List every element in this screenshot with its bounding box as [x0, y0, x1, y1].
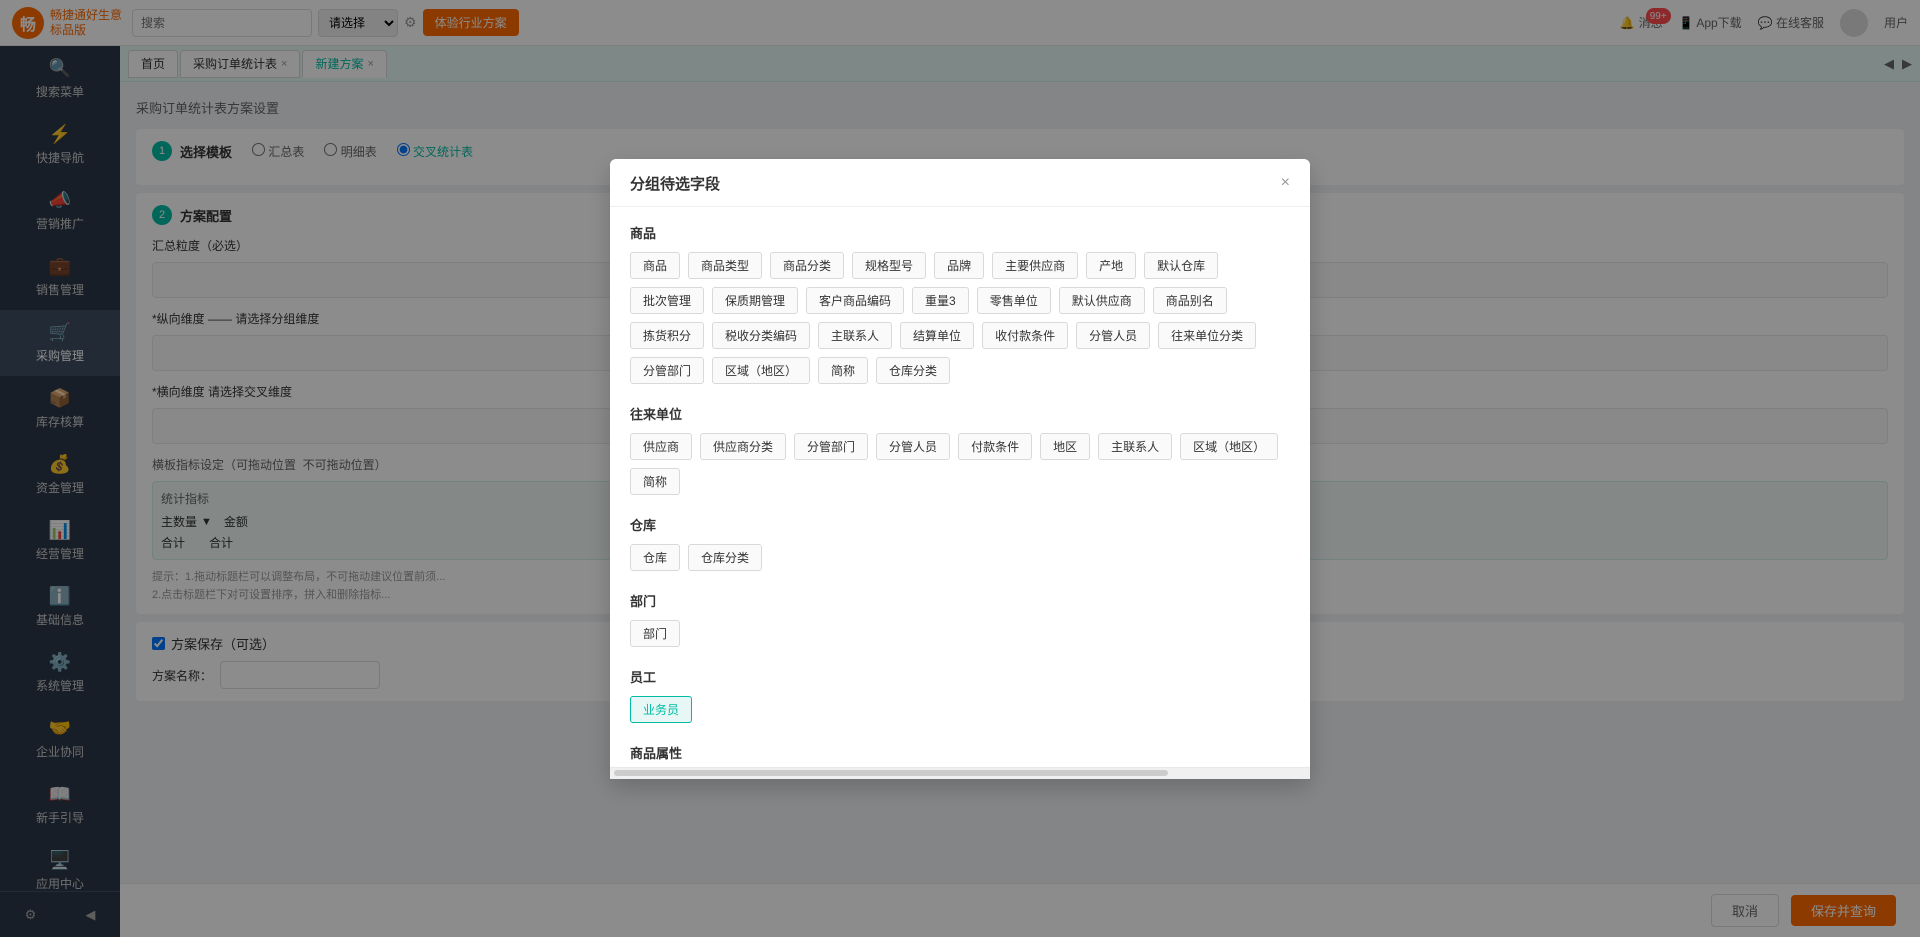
tag-goods-alias[interactable]: 商品别名: [1153, 287, 1227, 314]
tag-main-contact2[interactable]: 主联系人: [1098, 433, 1172, 460]
tag-goods-category[interactable]: 商品分类: [770, 252, 844, 279]
tag-region[interactable]: 区域（地区）: [712, 357, 810, 384]
section-employee: 员工 业务员: [630, 667, 1290, 723]
tag-goods-type[interactable]: 商品类型: [688, 252, 762, 279]
tag-supervisor2[interactable]: 分管人员: [876, 433, 950, 460]
tag-batch-mgmt[interactable]: 批次管理: [630, 287, 704, 314]
tag-origin[interactable]: 产地: [1086, 252, 1136, 279]
tag-warehouse[interactable]: 仓库: [630, 544, 680, 571]
modal-title: 分组待选字段: [630, 173, 720, 194]
tag-warehouse-cat[interactable]: 仓库分类: [688, 544, 762, 571]
tag-supervisor[interactable]: 分管人员: [1076, 322, 1150, 349]
tag-quality-mgmt[interactable]: 保质期管理: [712, 287, 798, 314]
section-goods-attr-title: 商品属性: [630, 743, 1290, 762]
modal-body: 商品 商品 商品类型 商品分类 规格型号 品牌 主要供应商 产地 默认仓库 批次…: [610, 207, 1310, 767]
section-dept: 部门 部门: [630, 591, 1290, 647]
tag-goods[interactable]: 商品: [630, 252, 680, 279]
tag-dept2[interactable]: 分管部门: [794, 433, 868, 460]
tag-retail-unit[interactable]: 零售单位: [977, 287, 1051, 314]
tag-weight3[interactable]: 重量3: [912, 287, 969, 314]
tag-customer-code[interactable]: 客户商品编码: [806, 287, 904, 314]
tag-settlement-unit[interactable]: 结算单位: [900, 322, 974, 349]
tag-brand[interactable]: 品牌: [934, 252, 984, 279]
section-goods: 商品 商品 商品类型 商品分类 规格型号 品牌 主要供应商 产地 默认仓库 批次…: [630, 223, 1290, 384]
tag-default-warehouse[interactable]: 默认仓库: [1144, 252, 1218, 279]
section-goods-tags: 商品 商品类型 商品分类 规格型号 品牌 主要供应商 产地 默认仓库 批次管理 …: [630, 252, 1290, 384]
modal-header: 分组待选字段 ×: [610, 159, 1310, 207]
section-counterpart: 往来单位 供应商 供应商分类 分管部门 分管人员 付款条件 地区 主联系人 区域…: [630, 404, 1290, 495]
section-warehouse-tags: 仓库 仓库分类: [630, 544, 1290, 571]
section-goods-title: 商品: [630, 223, 1290, 242]
section-employee-tags: 业务员: [630, 696, 1290, 723]
section-counterpart-title: 往来单位: [630, 404, 1290, 423]
section-dept-title: 部门: [630, 591, 1290, 610]
tag-supplier-category[interactable]: 供应商分类: [700, 433, 786, 460]
tag-supplier[interactable]: 供应商: [630, 433, 692, 460]
modal-dialog: 分组待选字段 × 商品 商品 商品类型 商品分类 规格型号 品牌 主要供应商 产…: [610, 159, 1310, 779]
section-warehouse: 仓库 仓库 仓库分类: [630, 515, 1290, 571]
tag-short-name2[interactable]: 简称: [630, 468, 680, 495]
section-warehouse-title: 仓库: [630, 515, 1290, 534]
section-goods-attr: 商品属性 属性 颜色 多规格 尺码 鞋码 1: [630, 743, 1290, 767]
hscroll-bar: [614, 770, 1168, 776]
tag-main-supplier[interactable]: 主要供应商: [992, 252, 1078, 279]
tag-pick-points[interactable]: 拣货积分: [630, 322, 704, 349]
tag-area[interactable]: 地区: [1040, 433, 1090, 460]
modal-hscroll[interactable]: [610, 767, 1310, 779]
tag-warehouse-category[interactable]: 仓库分类: [876, 357, 950, 384]
tag-dept-item[interactable]: 部门: [630, 620, 680, 647]
tag-dept[interactable]: 分管部门: [630, 357, 704, 384]
tag-short-name[interactable]: 简称: [818, 357, 868, 384]
tag-main-contact[interactable]: 主联系人: [818, 322, 892, 349]
tag-spec-model[interactable]: 规格型号: [852, 252, 926, 279]
tag-payment-terms[interactable]: 收付款条件: [982, 322, 1068, 349]
tag-salesperson[interactable]: 业务员: [630, 696, 692, 723]
section-counterpart-tags: 供应商 供应商分类 分管部门 分管人员 付款条件 地区 主联系人 区域（地区） …: [630, 433, 1290, 495]
section-dept-tags: 部门: [630, 620, 1290, 647]
tag-payment-cond[interactable]: 付款条件: [958, 433, 1032, 460]
section-employee-title: 员工: [630, 667, 1290, 686]
tag-region2[interactable]: 区域（地区）: [1180, 433, 1278, 460]
modal-close-button[interactable]: ×: [1281, 174, 1290, 192]
tag-counterpart-category[interactable]: 往来单位分类: [1158, 322, 1256, 349]
tag-default-supplier[interactable]: 默认供应商: [1059, 287, 1145, 314]
tag-tax-code[interactable]: 税收分类编码: [712, 322, 810, 349]
modal-overlay[interactable]: 分组待选字段 × 商品 商品 商品类型 商品分类 规格型号 品牌 主要供应商 产…: [0, 0, 1920, 937]
